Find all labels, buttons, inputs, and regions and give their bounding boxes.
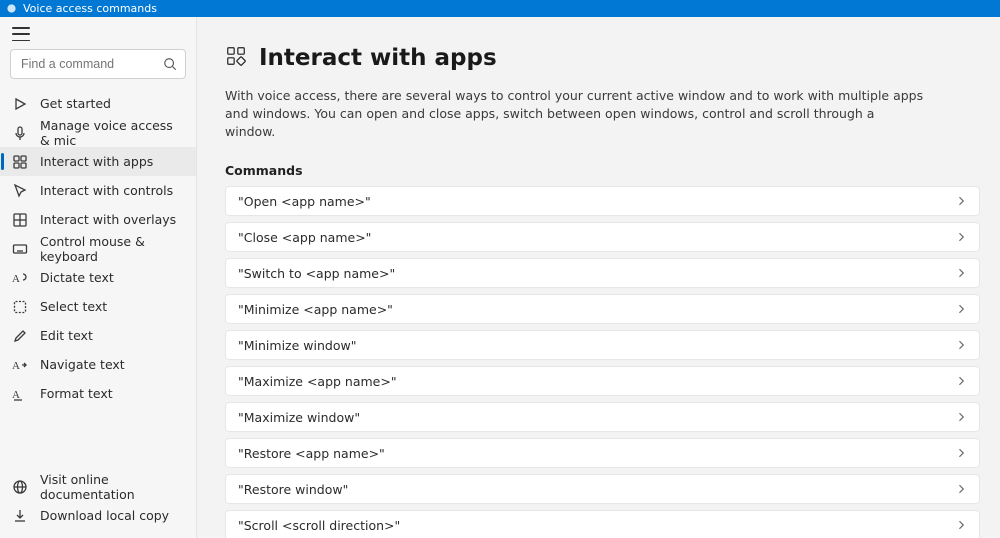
sidebar-item-interact-with-apps[interactable]: Interact with apps [0, 147, 196, 176]
command-text: "Minimize window" [238, 338, 356, 353]
chevron-right-icon [955, 411, 967, 423]
sidebar-footer: Visit online documentation Download local… [0, 468, 196, 538]
sidebar-item-navigate-text[interactable]: Navigate text [0, 350, 196, 379]
sidebar-item-label: Control mouse & keyboard [40, 234, 184, 264]
chevron-right-icon [955, 231, 967, 243]
sidebar-item-label: Interact with overlays [40, 212, 176, 227]
sidebar-item-label: Visit online documentation [40, 472, 184, 502]
sidebar-item-edit-text[interactable]: Edit text [0, 321, 196, 350]
navigate-icon [12, 357, 28, 373]
sidebar-item-label: Manage voice access & mic [40, 118, 184, 148]
command-text: "Maximize <app name>" [238, 374, 397, 389]
hamburger-menu-button[interactable] [12, 27, 30, 41]
sidebar-item-label: Edit text [40, 328, 93, 343]
commands-list: "Open <app name>" "Close <app name>" "Swit… [225, 186, 982, 538]
command-item[interactable]: "Restore window" [225, 474, 980, 504]
chevron-right-icon [955, 303, 967, 315]
command-item[interactable]: "Scroll <scroll direction>" [225, 510, 980, 538]
sidebar-item-dictate-text[interactable]: Dictate text [0, 263, 196, 292]
sidebar-item-control-mouse-keyboard[interactable]: Control mouse & keyboard [0, 234, 196, 263]
command-text: "Minimize <app name>" [238, 302, 393, 317]
command-text: "Restore <app name>" [238, 446, 385, 461]
sidebar-item-label: Get started [40, 96, 111, 111]
edit-icon [12, 328, 28, 344]
main-content: Interact with apps With voice access, th… [197, 17, 1000, 538]
command-item[interactable]: "Close <app name>" [225, 222, 980, 252]
window-title: Voice access commands [23, 2, 157, 15]
page-header: Interact with apps [225, 45, 982, 71]
dictate-icon [12, 270, 28, 286]
sidebar: Get started Manage voice access & mic Inte… [0, 17, 197, 538]
command-item[interactable]: "Open <app name>" [225, 186, 980, 216]
sidebar-item-label: Navigate text [40, 357, 125, 372]
command-text: "Scroll <scroll direction>" [238, 518, 400, 533]
sidebar-item-label: Interact with controls [40, 183, 173, 198]
sidebar-item-label: Select text [40, 299, 107, 314]
search-input[interactable] [11, 57, 210, 71]
cursor-icon [12, 183, 28, 199]
sidebar-item-label: Download local copy [40, 508, 169, 523]
chevron-right-icon [955, 447, 967, 459]
command-item[interactable]: "Maximize window" [225, 402, 980, 432]
chevron-right-icon [955, 267, 967, 279]
search-field[interactable] [10, 49, 186, 79]
globe-icon [12, 479, 28, 495]
chevron-right-icon [955, 519, 967, 531]
command-text: "Close <app name>" [238, 230, 371, 245]
command-text: "Open <app name>" [238, 194, 371, 209]
command-item[interactable]: "Restore <app name>" [225, 438, 980, 468]
sidebar-item-visit-docs[interactable]: Visit online documentation [0, 472, 196, 501]
chevron-right-icon [955, 483, 967, 495]
play-icon [12, 96, 28, 112]
search-icon [163, 57, 177, 71]
select-icon [12, 299, 28, 315]
sidebar-item-label: Dictate text [40, 270, 114, 285]
command-item[interactable]: "Minimize window" [225, 330, 980, 360]
mic-icon [12, 125, 28, 141]
command-text: "Switch to <app name>" [238, 266, 395, 281]
download-icon [12, 508, 28, 524]
command-text: "Maximize window" [238, 410, 360, 425]
sidebar-item-label: Interact with apps [40, 154, 153, 169]
format-icon [12, 386, 28, 402]
page-title: Interact with apps [259, 45, 497, 71]
sidebar-item-format-text[interactable]: Format text [0, 379, 196, 408]
app-icon [6, 3, 17, 14]
sidebar-item-interact-with-controls[interactable]: Interact with controls [0, 176, 196, 205]
chevron-right-icon [955, 375, 967, 387]
command-item[interactable]: "Maximize <app name>" [225, 366, 980, 396]
command-item[interactable]: "Switch to <app name>" [225, 258, 980, 288]
sidebar-item-get-started[interactable]: Get started [0, 89, 196, 118]
sidebar-item-interact-with-overlays[interactable]: Interact with overlays [0, 205, 196, 234]
grid-icon [12, 212, 28, 228]
sidebar-item-label: Format text [40, 386, 113, 401]
sidebar-item-select-text[interactable]: Select text [0, 292, 196, 321]
page-description: With voice access, there are several way… [225, 87, 925, 141]
sidebar-item-manage-voice-mic[interactable]: Manage voice access & mic [0, 118, 196, 147]
nav-list: Get started Manage voice access & mic Inte… [0, 89, 196, 468]
chevron-right-icon [955, 339, 967, 351]
commands-section-label: Commands [225, 163, 982, 178]
chevron-right-icon [955, 195, 967, 207]
command-text: "Restore window" [238, 482, 348, 497]
window-titlebar: Voice access commands [0, 0, 1000, 17]
sidebar-item-download-copy[interactable]: Download local copy [0, 501, 196, 530]
apps-icon [12, 154, 28, 170]
command-item[interactable]: "Minimize <app name>" [225, 294, 980, 324]
keyboard-icon [12, 241, 28, 257]
apps-icon [225, 45, 247, 71]
